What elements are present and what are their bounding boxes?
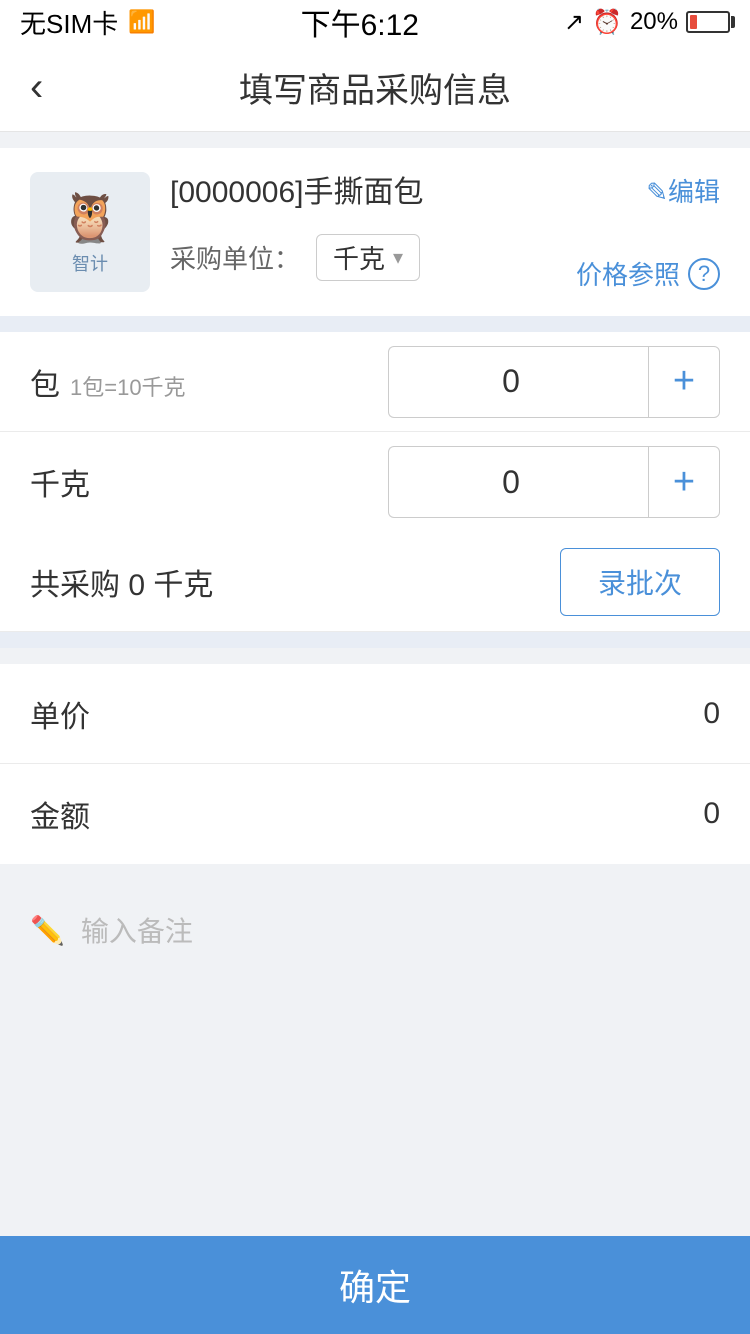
nav-bar: ‹ 填写商品采购信息 [0,44,750,132]
status-bar: 无SIM卡 📶 下午6:12 ↗ ⏰ 20% [0,0,750,44]
amount-row: 金额 0 [0,764,750,864]
kg-label-text: 千克 [30,460,90,504]
kg-plus-button[interactable]: + [648,446,720,518]
kg-input-group: + [388,446,720,518]
amount-value: 0 [703,797,720,831]
bao-input-group: + [388,346,720,418]
remark-placeholder: 输入备注 [81,910,193,950]
status-bar-right: ↗ ⏰ 20% [564,8,730,37]
amount-label: 金额 [30,792,90,836]
carrier-label: 无SIM卡 [20,4,118,41]
status-bar-left: 无SIM卡 📶 [20,4,156,41]
section-divider-1 [0,316,750,332]
bao-sub-label: 1包=10千克 [70,370,186,402]
summary-row: 共采购 0 千克 录批次 [0,532,750,632]
bao-input[interactable] [388,346,648,418]
edit-button[interactable]: ✎编辑 [646,172,720,209]
price-ref-help-icon: ? [688,258,720,290]
kg-input[interactable] [388,446,648,518]
confirm-button[interactable]: 确定 [0,1236,750,1334]
bao-label-text: 包 [30,360,60,404]
unit-value: 千克 [333,239,385,276]
summary-label: 共采购 0 千克 [30,560,213,604]
unit-price-label: 单价 [30,692,90,736]
bao-label: 包 1包=10千克 [30,360,190,404]
product-name: [0000006]手撕面包 [170,172,720,214]
unit-select[interactable]: 千克 ▾ [316,234,420,281]
remark-section[interactable]: ✏️ 输入备注 [0,880,750,1200]
wifi-icon: 📶 [128,9,155,35]
price-ref-label: 价格参照 [576,255,680,292]
product-card: 🦉 智计 [0000006]手撕面包 采购单位： 千克 ▾ ✎编辑 价格参照 ? [0,148,750,316]
location-icon: ↗ [564,8,584,37]
price-section: 单价 0 金额 0 [0,664,750,864]
battery-percent: 20% [630,8,678,36]
bao-plus-button[interactable]: + [648,346,720,418]
form-section: 包 1包=10千克 + 千克 + [0,332,750,532]
battery-fill [690,15,697,29]
page-body: 🦉 智计 [0000006]手撕面包 采购单位： 千克 ▾ ✎编辑 价格参照 ?… [0,148,750,1298]
back-button[interactable]: ‹ [30,65,43,110]
alarm-icon: ⏰ [592,8,622,37]
battery-icon [686,11,730,33]
bao-row: 包 1包=10千克 + [0,332,750,432]
unit-price-row: 单价 0 [0,664,750,764]
owl-icon: 🦉 [60,189,120,246]
batch-button[interactable]: 录批次 [560,548,720,616]
thumb-text: 智计 [72,250,108,276]
unit-label: 采购单位： [170,239,300,276]
product-thumbnail: 🦉 智计 [30,172,150,292]
section-divider-2 [0,632,750,648]
page-title: 填写商品采购信息 [239,63,511,112]
kg-label: 千克 [30,460,190,504]
chevron-down-icon: ▾ [393,245,403,270]
time-label: 下午6:12 [301,0,419,44]
price-ref-button[interactable]: 价格参照 ? [576,255,720,292]
kg-row: 千克 + [0,432,750,532]
pencil-icon: ✏️ [30,914,65,947]
unit-price-value: 0 [703,697,720,731]
